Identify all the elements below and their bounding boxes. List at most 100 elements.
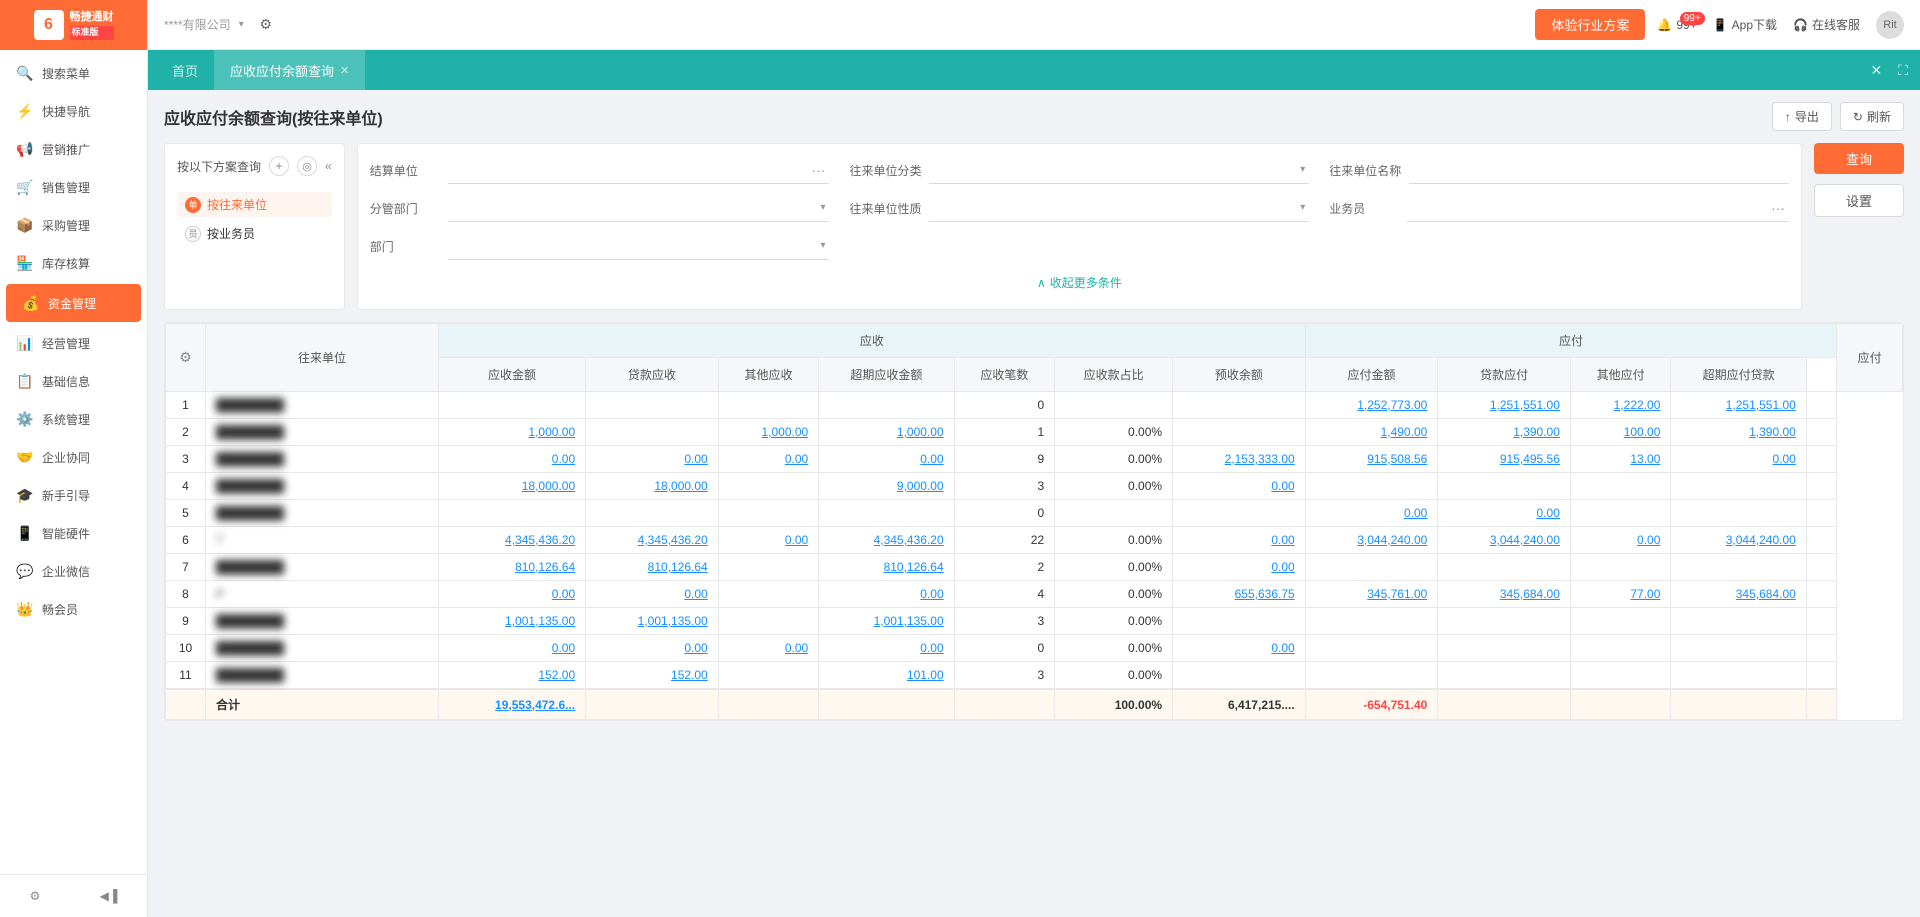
sidebar-item-销售管理[interactable]: 🛒销售管理 (0, 168, 147, 206)
salesperson-dots[interactable]: ··· (1771, 200, 1785, 216)
nature-select[interactable]: ▾ (929, 194, 1309, 222)
table-cell[interactable]: 152.00 (586, 662, 719, 690)
table-cell[interactable]: 810,126.64 (586, 554, 719, 581)
table-cell[interactable]: 1,001,135.00 (438, 608, 585, 635)
table-cell[interactable]: 0.00 (1438, 500, 1571, 527)
sidebar-item-经营管理[interactable]: 📊经营管理 (0, 324, 147, 362)
sidebar-item-系统管理[interactable]: ⚙️系统管理 (0, 400, 147, 438)
table-cell[interactable]: 2,153,333.00 (1173, 446, 1306, 473)
sidebar-item-快捷导航[interactable]: ⚡快捷导航 (0, 92, 147, 130)
table-cell[interactable]: 345,684.00 (1438, 581, 1571, 608)
category-select[interactable]: ▾ (929, 156, 1309, 184)
notifications-btn[interactable]: 🔔 99+ 99+ (1657, 18, 1696, 32)
table-cell[interactable]: 0.00 (718, 635, 818, 662)
table-cell[interactable]: 0.00 (718, 446, 818, 473)
table-cell[interactable]: 1,390.00 (1438, 419, 1571, 446)
table-cell[interactable]: 810,126.64 (438, 554, 585, 581)
table-cell[interactable]: 0.00 (586, 581, 719, 608)
table-cell[interactable]: 9,000.00 (819, 473, 954, 500)
table-cell[interactable]: 152.00 (438, 662, 585, 690)
table-cell[interactable]: 0.00 (718, 527, 818, 554)
sidebar-item-畅会员[interactable]: 👑畅会员 (0, 590, 147, 628)
table-cell[interactable]: 345,761.00 (1305, 581, 1438, 608)
table-cell[interactable]: 1,490.00 (1305, 419, 1438, 446)
table-cell[interactable]: 810,126.64 (819, 554, 954, 581)
table-cell[interactable]: 3,044,240.00 (1438, 527, 1571, 554)
app-download-btn[interactable]: 📱 App下载 (1713, 16, 1777, 33)
table-cell[interactable]: 18,000.00 (586, 473, 719, 500)
table-cell[interactable]: 0.00 (1671, 446, 1806, 473)
table-cell[interactable]: 3,044,240.00 (1671, 527, 1806, 554)
table-cell[interactable]: 4,345,436.20 (438, 527, 585, 554)
depart-select[interactable]: ▾ (448, 232, 830, 260)
table-cell[interactable]: 1,251,551.00 (1671, 392, 1806, 419)
table-cell[interactable]: 77.00 (1570, 581, 1670, 608)
filter-collapse-btn[interactable]: « (325, 159, 332, 173)
table-cell[interactable]: 0.00 (1173, 473, 1306, 500)
refresh-btn[interactable]: ↻ 刷新 (1840, 102, 1904, 131)
table-cell[interactable]: 1,001,135.00 (819, 608, 954, 635)
table-cell[interactable]: 915,495.56 (1438, 446, 1571, 473)
sidebar-item-资金管理[interactable]: 💰资金管理 (6, 284, 141, 322)
table-cell[interactable]: 0.00 (1173, 554, 1306, 581)
sidebar-settings-btn[interactable]: ⚙ (18, 883, 53, 909)
settings-btn[interactable]: 设置 (1814, 184, 1904, 217)
trial-button[interactable]: 体验行业方案 (1535, 9, 1645, 40)
table-cell[interactable]: 100.00 (1570, 419, 1670, 446)
sidebar-item-采购管理[interactable]: 📦采购管理 (0, 206, 147, 244)
table-cell[interactable]: 18,000.00 (438, 473, 585, 500)
table-cell[interactable]: 655,636.75 (1173, 581, 1306, 608)
table-cell[interactable]: 0.00 (438, 446, 585, 473)
header-gear-icon[interactable]: ⚙ (252, 11, 280, 39)
table-cell[interactable]: 1,000.00 (819, 419, 954, 446)
table-cell[interactable]: 0.00 (1173, 527, 1306, 554)
sidebar-item-库存核算[interactable]: 🏪库存核算 (0, 244, 147, 282)
table-cell[interactable]: 0.00 (1305, 500, 1438, 527)
sidebar-item-营销推广[interactable]: 📢营销推广 (0, 130, 147, 168)
sidebar-item-新手引导[interactable]: 🎓新手引导 (0, 476, 147, 514)
sidebar-collapse-btn[interactable]: ◀▐ (88, 883, 130, 909)
sidebar-item-企业协同[interactable]: 🤝企业协同 (0, 438, 147, 476)
table-cell[interactable]: 101.00 (819, 662, 954, 690)
filter-add-btn[interactable]: + (269, 156, 289, 176)
filter-option-partner[interactable]: 单 按往来单位 (177, 192, 332, 217)
user-avatar[interactable]: Rit (1876, 11, 1904, 39)
sidebar-item-智能硬件[interactable]: 📱智能硬件 (0, 514, 147, 552)
table-cell[interactable]: 1,252,773.00 (1305, 392, 1438, 419)
sidebar-item-企业微信[interactable]: 💬企业微信 (0, 552, 147, 590)
filter-scheme-btn[interactable]: ◎ (297, 156, 317, 176)
table-cell[interactable]: 1,390.00 (1671, 419, 1806, 446)
table-cell[interactable]: 3,044,240.00 (1305, 527, 1438, 554)
table-cell[interactable]: 4,345,436.20 (586, 527, 719, 554)
filter-option-salesperson[interactable]: 员 按业务员 (177, 221, 332, 246)
tab-home[interactable]: 首页 (156, 50, 214, 90)
table-cell[interactable]: 345,684.00 (1671, 581, 1806, 608)
table-cell[interactable]: 4,345,436.20 (819, 527, 954, 554)
table-cell[interactable]: 1,000.00 (438, 419, 585, 446)
table-cell[interactable]: 0.00 (819, 581, 954, 608)
table-cell[interactable]: 1,000.00 (718, 419, 818, 446)
tab-maximize-btn[interactable]: ⛶ (1894, 58, 1912, 83)
table-cell[interactable]: 0.00 (438, 635, 585, 662)
online-service-btn[interactable]: 🎧 在线客服 (1793, 16, 1860, 33)
table-cell[interactable]: 0.00 (586, 446, 719, 473)
settlement-input[interactable]: ··· (448, 156, 830, 184)
sidebar-item-基础信息[interactable]: 📋基础信息 (0, 362, 147, 400)
table-cell[interactable]: 0.00 (1570, 527, 1670, 554)
table-cell[interactable]: 0.00 (819, 446, 954, 473)
table-cell[interactable]: 0.00 (438, 581, 585, 608)
collapse-more-btn[interactable]: ∧ 收起更多条件 (370, 268, 1789, 297)
tab-close-window-btn[interactable]: ✕ (1866, 58, 1886, 83)
sidebar-item-搜索菜单[interactable]: 🔍搜索菜单 (0, 54, 147, 92)
table-settings-icon[interactable]: ⚙ (176, 349, 195, 366)
export-btn[interactable]: ↑ 导出 (1772, 102, 1832, 131)
table-cell[interactable]: 1,222.00 (1570, 392, 1670, 419)
dept-select[interactable]: ▾ (448, 194, 830, 222)
partner-name-input[interactable] (1409, 156, 1789, 184)
table-cell[interactable]: 0.00 (586, 635, 719, 662)
table-cell[interactable]: 1,251,551.00 (1438, 392, 1571, 419)
salesperson-input[interactable]: ··· (1407, 194, 1789, 222)
query-btn[interactable]: 查询 (1814, 143, 1904, 174)
table-cell[interactable]: 1,001,135.00 (586, 608, 719, 635)
table-cell[interactable]: 13.00 (1570, 446, 1670, 473)
